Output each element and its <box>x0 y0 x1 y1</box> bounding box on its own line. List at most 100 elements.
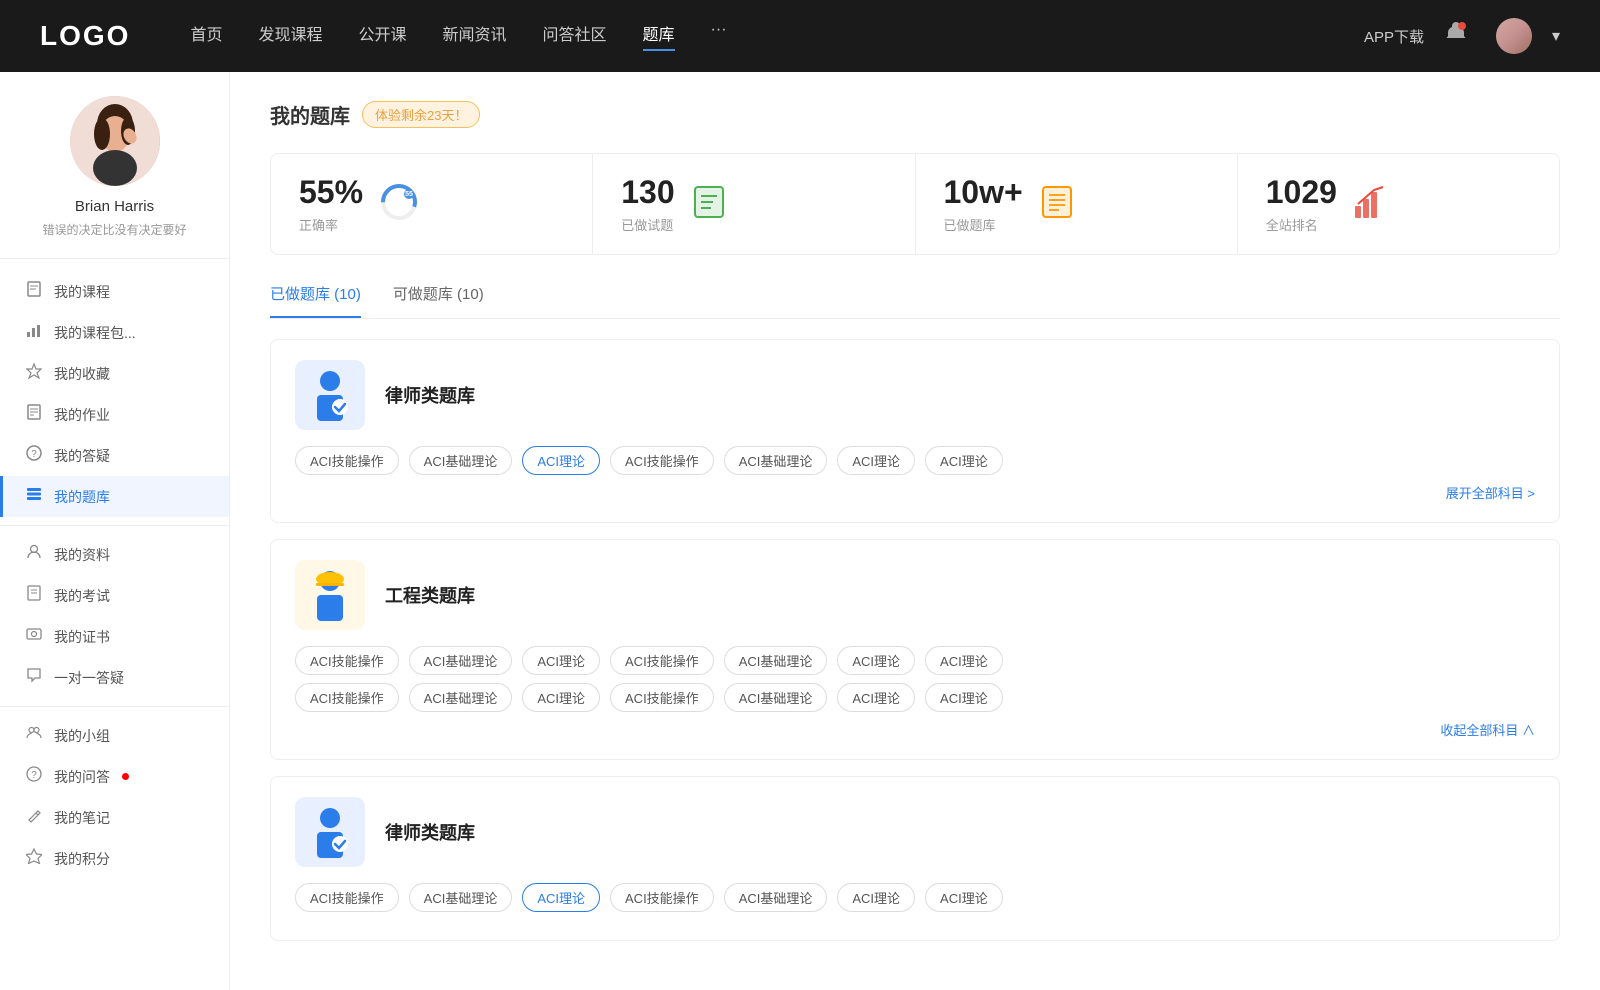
avatar[interactable] <box>1496 18 1532 54</box>
sidebar-item-label: 我的课程 <box>54 282 110 302</box>
tag-active[interactable]: ACI理论 <box>522 883 600 912</box>
tags-row-lawyer1: ACI技能操作 ACI基础理论 ACI理论 ACI技能操作 ACI基础理论 AC… <box>295 446 1535 475</box>
points-icon <box>24 848 44 869</box>
sidebar-item-label: 我的小组 <box>54 726 110 746</box>
questions-icon: ? <box>24 766 44 787</box>
nav-item-opencourse[interactable]: 公开课 <box>358 21 406 51</box>
nav-item-qbank[interactable]: 题库 <box>643 21 675 51</box>
stat-accuracy: 55% 正确率 55 <box>271 154 593 254</box>
navbar: LOGO 首页 发现课程 公开课 新闻资讯 问答社区 题库 ··· APP下载 … <box>0 0 1600 72</box>
divider <box>0 706 229 707</box>
sidebar-item-my-qa[interactable]: ? 我的答疑 <box>0 435 229 476</box>
notification-dot <box>122 773 129 780</box>
tag-active[interactable]: ACI理论 <box>522 446 600 475</box>
sidebar-item-my-exam[interactable]: 我的考试 <box>0 575 229 616</box>
qbank-section-lawyer2: 律师类题库 ACI技能操作 ACI基础理论 ACI理论 ACI技能操作 ACI基… <box>270 776 1560 941</box>
collapse-link[interactable]: 收起全部科目 ∧ <box>295 720 1535 739</box>
tag[interactable]: ACI技能操作 <box>295 646 399 675</box>
sidebar-item-my-cert[interactable]: 我的证书 <box>0 616 229 657</box>
sidebar-item-my-favorites[interactable]: 我的收藏 <box>0 353 229 394</box>
sidebar-item-my-questions[interactable]: ? 我的问答 <box>0 756 229 797</box>
banks-icon <box>1039 184 1075 225</box>
logo: LOGO <box>40 20 130 52</box>
stat-value: 1029 <box>1266 174 1337 211</box>
tag[interactable]: ACI理论 <box>925 883 1003 912</box>
tab-done-banks[interactable]: 已做题库 (10) <box>270 283 361 318</box>
qbank-name: 律师类题库 <box>385 382 475 408</box>
tag[interactable]: ACI技能操作 <box>610 683 714 712</box>
qbank-section-lawyer1: 律师类题库 ACI技能操作 ACI基础理论 ACI理论 ACI技能操作 ACI基… <box>270 339 1560 523</box>
stat-label: 已做试题 <box>621 215 674 234</box>
sidebar-item-my-group[interactable]: 我的小组 <box>0 715 229 756</box>
tag[interactable]: ACI理论 <box>925 646 1003 675</box>
tag[interactable]: ACI技能操作 <box>295 683 399 712</box>
qbank-icon <box>24 486 44 507</box>
tag[interactable]: ACI技能操作 <box>295 446 399 475</box>
tag[interactable]: ACI理论 <box>837 683 915 712</box>
tag[interactable]: ACI技能操作 <box>610 646 714 675</box>
cert-icon <box>24 626 44 647</box>
tag[interactable]: ACI基础理论 <box>409 883 513 912</box>
stat-done-questions: 130 已做试题 <box>593 154 915 254</box>
sidebar-item-my-courses[interactable]: 我的课程 <box>0 271 229 312</box>
tag[interactable]: ACI理论 <box>522 683 600 712</box>
tag[interactable]: ACI基础理论 <box>409 683 513 712</box>
sidebar-item-one-on-one[interactable]: 一对一答疑 <box>0 657 229 698</box>
nav-item-home[interactable]: 首页 <box>190 21 222 51</box>
tag[interactable]: ACI理论 <box>925 683 1003 712</box>
nav-items: 首页 发现课程 公开课 新闻资讯 问答社区 题库 ··· <box>190 21 1324 51</box>
sidebar-item-my-profile[interactable]: 我的资料 <box>0 534 229 575</box>
nav-item-more[interactable]: ··· <box>711 21 727 51</box>
questions-icon <box>691 184 727 225</box>
tag[interactable]: ACI理论 <box>837 883 915 912</box>
profile-name: Brian Harris <box>75 198 154 215</box>
tag[interactable]: ACI技能操作 <box>295 883 399 912</box>
tag[interactable]: ACI基础理论 <box>409 446 513 475</box>
sidebar-item-my-notes[interactable]: 我的笔记 <box>0 797 229 838</box>
avatar-dropdown-icon[interactable]: ▾ <box>1552 26 1560 46</box>
nav-item-qa[interactable]: 问答社区 <box>543 21 607 51</box>
stat-global-rank: 1029 全站排名 <box>1238 154 1559 254</box>
nav-item-news[interactable]: 新闻资讯 <box>443 21 507 51</box>
question-circle-icon: ? <box>24 445 44 466</box>
file-icon <box>24 281 44 302</box>
tags-row-engineering-2: ACI技能操作 ACI基础理论 ACI理论 ACI技能操作 ACI基础理论 AC… <box>295 683 1535 712</box>
nav-item-discover[interactable]: 发现课程 <box>258 21 322 51</box>
notification-bell-icon[interactable] <box>1444 20 1476 52</box>
stat-content: 1029 全站排名 <box>1266 174 1337 234</box>
sidebar-item-label: 我的积分 <box>54 849 110 869</box>
stat-value: 10w+ <box>944 174 1023 211</box>
tag[interactable]: ACI理论 <box>837 446 915 475</box>
qbank-header: 律师类题库 <box>295 360 1535 430</box>
sidebar-item-my-course-pkg[interactable]: 我的课程包... <box>0 312 229 353</box>
page-header: 我的题库 体验剩余23天！ <box>270 100 1560 129</box>
profile-icon <box>24 544 44 565</box>
tag[interactable]: ACI理论 <box>522 646 600 675</box>
tag[interactable]: ACI基础理论 <box>409 646 513 675</box>
accuracy-chart-icon: 55 <box>379 182 419 227</box>
expand-link[interactable]: 展开全部科目 > <box>295 483 1535 502</box>
tag[interactable]: ACI理论 <box>837 646 915 675</box>
app-download-button[interactable]: APP下载 <box>1364 26 1424 47</box>
tabs-row: 已做题库 (10) 可做题库 (10) <box>270 283 1560 319</box>
tab-available-banks[interactable]: 可做题库 (10) <box>393 283 484 318</box>
sidebar-item-my-qbank[interactable]: 我的题库 <box>0 476 229 517</box>
main-inner: 我的题库 体验剩余23天！ 55% 正确率 5 <box>230 72 1600 985</box>
tag[interactable]: ACI技能操作 <box>610 446 714 475</box>
sidebar-item-my-homework[interactable]: 我的作业 <box>0 394 229 435</box>
tag[interactable]: ACI基础理论 <box>724 683 828 712</box>
tag[interactable]: ACI基础理论 <box>724 646 828 675</box>
tag[interactable]: ACI技能操作 <box>610 883 714 912</box>
lawyer-icon-2 <box>295 797 365 867</box>
tag[interactable]: ACI基础理论 <box>724 883 828 912</box>
sidebar-item-my-points[interactable]: 我的积分 <box>0 838 229 879</box>
stat-value: 130 <box>621 174 674 211</box>
sidebar-item-label: 我的作业 <box>54 405 110 425</box>
tag[interactable]: ACI理论 <box>925 446 1003 475</box>
construction-icon <box>295 560 365 630</box>
layout: Brian Harris 错误的决定比没有决定要好 我的课程 我的课程包... <box>0 72 1600 990</box>
svg-text:?: ? <box>31 770 37 781</box>
tag[interactable]: ACI基础理论 <box>724 446 828 475</box>
rank-chart-icon <box>1353 184 1389 225</box>
qbank-section-engineering: 工程类题库 ACI技能操作 ACI基础理论 ACI理论 ACI技能操作 ACI基… <box>270 539 1560 760</box>
